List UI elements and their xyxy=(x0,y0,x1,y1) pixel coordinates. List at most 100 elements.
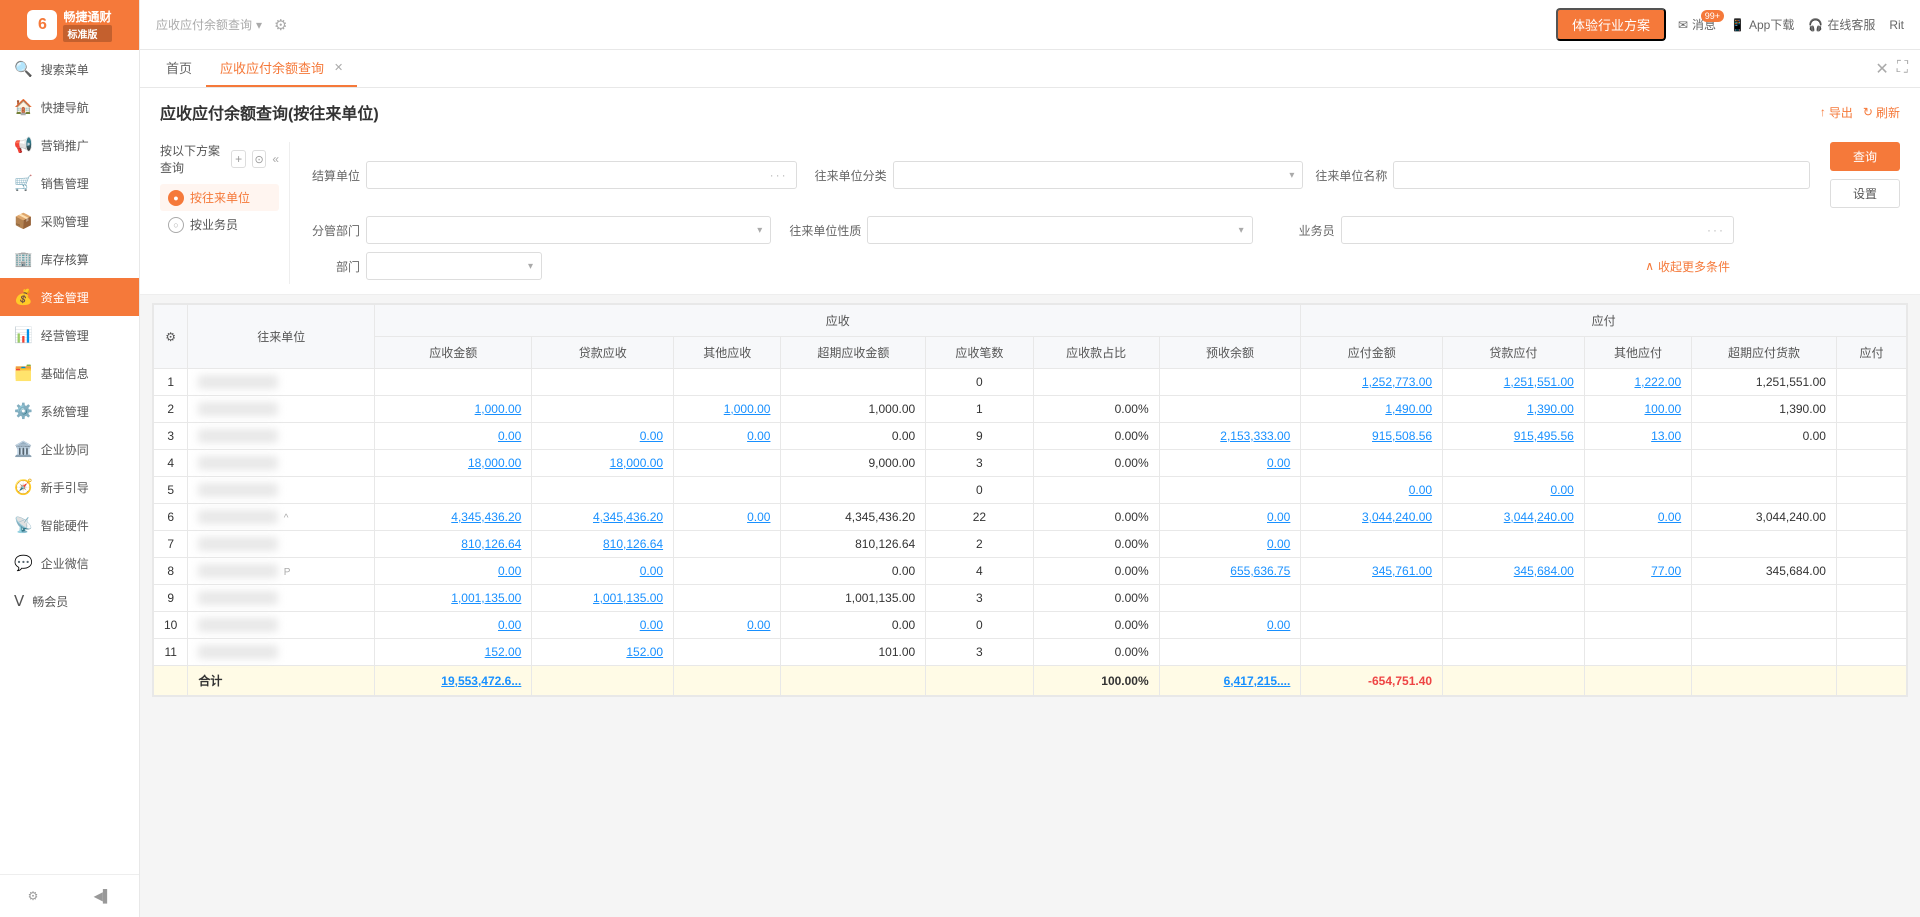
sidebar-item-guide[interactable]: 🧭 新手引导 xyxy=(0,468,139,506)
row-ap-amount[interactable]: 345,761.00 xyxy=(1301,558,1443,585)
row-ar-loan[interactable]: 1,001,135.00 xyxy=(532,585,674,612)
sidebar-item-corp[interactable]: 🏛️ 企业协同 xyxy=(0,430,139,468)
tab-arquery[interactable]: 应收应付余额查询 ✕ xyxy=(206,50,357,87)
row-num: 10 xyxy=(154,612,188,639)
row-ap-other[interactable]: 1,222.00 xyxy=(1584,369,1691,396)
refresh-button[interactable]: ↻ 刷新 xyxy=(1863,104,1900,121)
row-ap-loan[interactable]: 0.00 xyxy=(1443,477,1585,504)
row-ar-loan[interactable]: 18,000.00 xyxy=(532,450,674,477)
settlement-input[interactable]: ··· xyxy=(366,161,797,189)
sidebar-item-marketing[interactable]: 📢 营销推广 xyxy=(0,126,139,164)
row-ap-other[interactable]: 100.00 xyxy=(1584,396,1691,423)
filter-collapse-btn[interactable]: « xyxy=(272,152,279,166)
partner-name-input[interactable] xyxy=(1393,161,1810,189)
row-ap-amount[interactable]: 0.00 xyxy=(1301,477,1443,504)
user-label[interactable]: Rit xyxy=(1889,18,1904,32)
sidebar-item-finance[interactable]: 💰 资金管理 xyxy=(0,278,139,316)
row-ap-loan[interactable]: 345,684.00 xyxy=(1443,558,1585,585)
gear-icon[interactable]: ⚙ xyxy=(274,16,287,34)
row-ar-prepay[interactable]: 655,636.75 xyxy=(1159,558,1301,585)
row-ar-prepay[interactable]: 0.00 xyxy=(1159,612,1301,639)
row-ar-amount[interactable]: 0.00 xyxy=(375,612,532,639)
sidebar-item-member[interactable]: Ⅴ 畅会员 xyxy=(0,582,139,620)
row-ar-amount[interactable]: 1,001,135.00 xyxy=(375,585,532,612)
row-ar-ratio: 0.00% xyxy=(1033,423,1159,450)
add-filter-btn[interactable]: + xyxy=(231,150,245,168)
collapse-sidebar-btn[interactable]: ◀▌ xyxy=(84,883,122,909)
sidebar-item-ops[interactable]: 📊 经营管理 xyxy=(0,316,139,354)
row-ap-loan[interactable]: 3,044,240.00 xyxy=(1443,504,1585,531)
sidebar-item-sales[interactable]: 🛒 销售管理 xyxy=(0,164,139,202)
filter-settings-btn[interactable]: ⊙ xyxy=(252,150,266,168)
th-settings[interactable]: ⚙ xyxy=(154,305,188,369)
row-ap-loan[interactable]: 1,251,551.00 xyxy=(1443,369,1585,396)
row-ar-loan[interactable]: 810,126.64 xyxy=(532,531,674,558)
row-ar-amount[interactable]: 0.00 xyxy=(375,423,532,450)
footer-ar-overdue xyxy=(781,666,926,696)
footer-ar-amount[interactable]: 19,553,472.6... xyxy=(375,666,532,696)
filter-nav-by-salesman[interactable]: ○ 按业务员 xyxy=(160,211,279,238)
message-btn[interactable]: ✉ 消息 99+ xyxy=(1678,16,1716,33)
tab-close-arquery[interactable]: ✕ xyxy=(334,61,343,74)
row-ap-other[interactable]: 77.00 xyxy=(1584,558,1691,585)
service-btn[interactable]: 🎧 在线客服 xyxy=(1808,16,1875,33)
filter-nav-by-partner[interactable]: ● 按往来单位 xyxy=(160,184,279,211)
row-ap-loan[interactable]: 1,390.00 xyxy=(1443,396,1585,423)
row-ap-loan[interactable]: 915,495.56 xyxy=(1443,423,1585,450)
row-ar-other[interactable]: 0.00 xyxy=(674,504,781,531)
sidebar-item-hardware[interactable]: 📡 智能硬件 xyxy=(0,506,139,544)
salesman-input[interactable]: ··· xyxy=(1341,216,1734,244)
row-ar-amount[interactable]: 4,345,436.20 xyxy=(375,504,532,531)
row-ar-prepay[interactable]: 0.00 xyxy=(1159,450,1301,477)
sidebar-item-search[interactable]: 🔍 搜索菜单 xyxy=(0,50,139,88)
promo-button[interactable]: 体验行业方案 xyxy=(1556,8,1666,41)
sidebar-item-system[interactable]: ⚙️ 系统管理 xyxy=(0,392,139,430)
export-button[interactable]: ↑ 导出 xyxy=(1820,104,1853,121)
row-ar-loan[interactable]: 0.00 xyxy=(532,612,674,639)
row-ar-amount[interactable]: 1,000.00 xyxy=(375,396,532,423)
row-ap-amount[interactable]: 1,252,773.00 xyxy=(1301,369,1443,396)
collapse-btn[interactable]: ∧ 收起更多条件 xyxy=(1645,258,1730,275)
tab-home[interactable]: 首页 xyxy=(152,50,206,87)
row-ar-prepay[interactable]: 0.00 xyxy=(1159,504,1301,531)
row-ar-loan[interactable]: 152.00 xyxy=(532,639,674,666)
app-download-btn[interactable]: 📱 App下载 xyxy=(1730,16,1794,33)
footer-empty-1 xyxy=(154,666,188,696)
row-ar-loan[interactable]: 0.00 xyxy=(532,423,674,450)
row-ap-amount[interactable]: 915,508.56 xyxy=(1301,423,1443,450)
filter-settings-button[interactable]: 设置 xyxy=(1830,179,1900,208)
row-ar-loan[interactable]: 0.00 xyxy=(532,558,674,585)
table-settings-icon[interactable]: ⚙ xyxy=(165,330,176,344)
row-ar-loan[interactable]: 4,345,436.20 xyxy=(532,504,674,531)
sidebar-item-base[interactable]: 🗂️ 基础信息 xyxy=(0,354,139,392)
sidebar-item-wechat[interactable]: 💬 企业微信 xyxy=(0,544,139,582)
query-button[interactable]: 查询 xyxy=(1830,142,1900,171)
row-ar-amount[interactable]: 810,126.64 xyxy=(375,531,532,558)
tab-maximize[interactable]: ⛶ xyxy=(1897,59,1908,79)
row-ap-other xyxy=(1584,585,1691,612)
page-actions: ↑ 导出 ↻ 刷新 xyxy=(1820,104,1900,121)
settings-bottom-btn[interactable]: ⚙ xyxy=(18,883,49,909)
dept-input[interactable]: ▾ xyxy=(366,216,771,244)
dept2-input[interactable]: ▾ xyxy=(366,252,542,280)
row-ap-amount[interactable]: 3,044,240.00 xyxy=(1301,504,1443,531)
row-partner xyxy=(188,423,375,450)
row-ar-amount[interactable]: 18,000.00 xyxy=(375,450,532,477)
footer-ar-prepay[interactable]: 6,417,215.... xyxy=(1159,666,1301,696)
sidebar-item-inventory[interactable]: 🏢 库存核算 xyxy=(0,240,139,278)
row-ar-other[interactable]: 0.00 xyxy=(674,423,781,450)
row-ar-other[interactable]: 0.00 xyxy=(674,612,781,639)
row-ar-prepay[interactable]: 0.00 xyxy=(1159,531,1301,558)
tab-close-window[interactable]: ✕ xyxy=(1875,59,1888,79)
row-ap-other[interactable]: 13.00 xyxy=(1584,423,1691,450)
partner-category-input[interactable]: ▾ xyxy=(893,161,1304,189)
row-ap-other[interactable]: 0.00 xyxy=(1584,504,1691,531)
row-ar-other[interactable]: 1,000.00 xyxy=(674,396,781,423)
row-ar-amount[interactable]: 152.00 xyxy=(375,639,532,666)
sidebar-item-purchase[interactable]: 📦 采购管理 xyxy=(0,202,139,240)
row-ar-prepay[interactable]: 2,153,333.00 xyxy=(1159,423,1301,450)
row-ap-amount[interactable]: 1,490.00 xyxy=(1301,396,1443,423)
sidebar-item-quick[interactable]: 🏠 快捷导航 xyxy=(0,88,139,126)
partner-nature-input[interactable]: ▾ xyxy=(867,216,1252,244)
row-ar-amount[interactable]: 0.00 xyxy=(375,558,532,585)
